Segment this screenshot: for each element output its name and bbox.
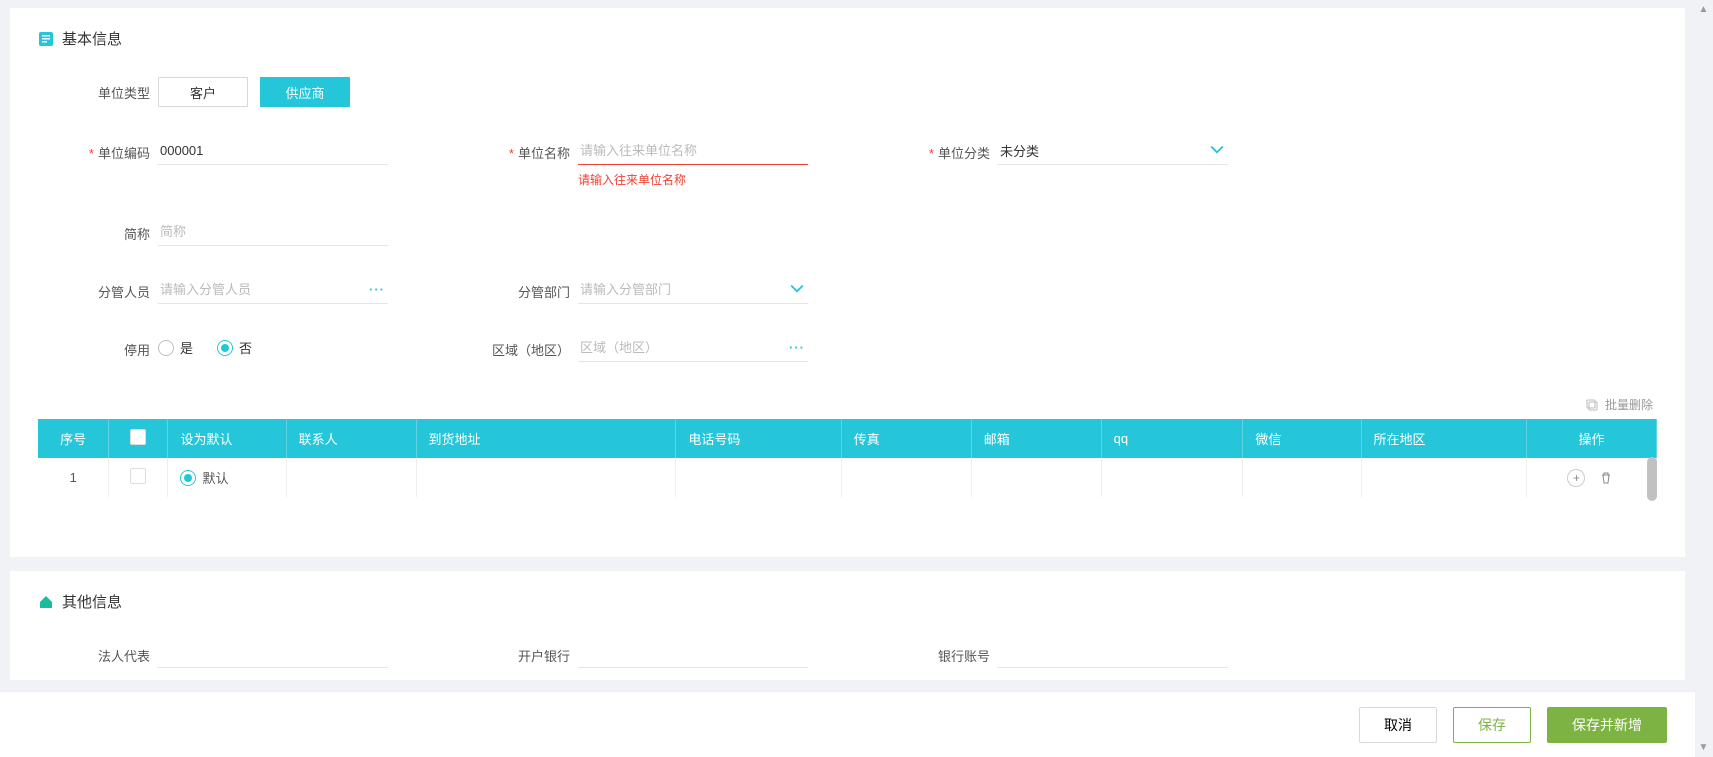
header-checkbox[interactable] bbox=[130, 429, 146, 445]
th-region: 所在地区 bbox=[1361, 419, 1526, 458]
chevron-down-icon[interactable] bbox=[788, 280, 806, 298]
manager-dept-label: 分管部门 bbox=[458, 276, 578, 301]
th-actions: 操作 bbox=[1526, 419, 1656, 458]
ellipsis-icon[interactable]: ··· bbox=[368, 280, 386, 298]
other-info-title: 其他信息 bbox=[62, 591, 122, 612]
unit-code-input[interactable] bbox=[158, 137, 388, 165]
disabled-radio-group: 是 否 bbox=[158, 334, 388, 357]
th-address: 到货地址 bbox=[416, 419, 676, 458]
bank-input[interactable] bbox=[578, 640, 808, 668]
ellipsis-icon[interactable]: ··· bbox=[788, 338, 806, 356]
bank-label: 开户银行 bbox=[458, 640, 578, 665]
table-scrollbar[interactable] bbox=[1647, 457, 1657, 501]
batch-delete[interactable]: 批量删除 bbox=[38, 396, 1653, 413]
outer-scrollbar[interactable] bbox=[1696, 18, 1711, 739]
copy-icon bbox=[1585, 398, 1599, 412]
scroll-up-icon[interactable]: ▲ bbox=[1696, 2, 1711, 17]
basic-info-title: 基本信息 bbox=[62, 28, 122, 49]
house-icon bbox=[38, 594, 54, 610]
region-label: 区域（地区） bbox=[458, 334, 578, 359]
disabled-no[interactable]: 否 bbox=[217, 338, 252, 357]
unit-type-customer[interactable]: 客户 bbox=[158, 77, 248, 107]
th-fax: 传真 bbox=[841, 419, 971, 458]
unit-category-label: *单位分类 bbox=[878, 137, 998, 162]
th-index: 序号 bbox=[38, 419, 109, 458]
delete-row-icon[interactable] bbox=[1597, 469, 1615, 487]
table-row: 1 默认 bbox=[38, 458, 1657, 497]
unit-type-label: 单位类型 bbox=[38, 77, 158, 102]
th-phone: 电话号码 bbox=[676, 419, 841, 458]
th-contact: 联系人 bbox=[286, 419, 416, 458]
scroll-down-icon[interactable]: ▼ bbox=[1696, 740, 1711, 755]
table-header-row: 序号 设为默认 联系人 到货地址 电话号码 传真 邮箱 qq 微信 所在地区 操… bbox=[38, 419, 1657, 458]
th-email: 邮箱 bbox=[971, 419, 1101, 458]
chevron-down-icon[interactable] bbox=[1208, 141, 1226, 159]
th-wechat: 微信 bbox=[1243, 419, 1361, 458]
disabled-label: 停用 bbox=[38, 334, 158, 359]
cell-qq[interactable] bbox=[1101, 458, 1243, 497]
other-info-header: 其他信息 bbox=[38, 591, 1657, 612]
unit-type-toggle: 客户 供应商 bbox=[158, 77, 350, 107]
unit-name-error: 请输入往来单位名称 bbox=[578, 171, 808, 188]
region-input[interactable] bbox=[578, 334, 808, 362]
manager-dept-input[interactable] bbox=[578, 276, 808, 304]
cell-wechat[interactable] bbox=[1243, 458, 1361, 497]
bank-account-label: 银行账号 bbox=[878, 640, 998, 665]
manager-person-label: 分管人员 bbox=[38, 276, 158, 301]
cell-phone[interactable] bbox=[676, 458, 841, 497]
form-icon bbox=[38, 31, 54, 47]
unit-code-label: *单位编码 bbox=[38, 137, 158, 162]
short-name-input[interactable] bbox=[158, 218, 388, 246]
cell-index: 1 bbox=[38, 458, 109, 497]
cancel-button[interactable]: 取消 bbox=[1359, 707, 1437, 743]
save-button[interactable]: 保存 bbox=[1453, 707, 1531, 743]
bank-account-input[interactable] bbox=[998, 640, 1228, 668]
basic-info-card: 基本信息 单位类型 客户 供应商 *单位编码 bbox=[10, 8, 1685, 557]
contacts-table: 序号 设为默认 联系人 到货地址 电话号码 传真 邮箱 qq 微信 所在地区 操… bbox=[38, 419, 1657, 497]
th-default: 设为默认 bbox=[168, 419, 286, 458]
set-default-radio[interactable]: 默认 bbox=[180, 468, 228, 487]
unit-type-supplier[interactable]: 供应商 bbox=[260, 77, 350, 107]
cell-contact[interactable] bbox=[286, 458, 416, 497]
th-qq: qq bbox=[1101, 419, 1243, 458]
row-checkbox[interactable] bbox=[130, 468, 146, 484]
cell-fax[interactable] bbox=[841, 458, 971, 497]
manager-person-input[interactable] bbox=[158, 276, 388, 304]
legal-rep-input[interactable] bbox=[158, 640, 388, 668]
th-checkbox bbox=[109, 419, 168, 458]
footer-bar: 取消 保存 保存并新增 bbox=[0, 691, 1695, 757]
disabled-yes[interactable]: 是 bbox=[158, 338, 193, 357]
cell-email[interactable] bbox=[971, 458, 1101, 497]
cell-address[interactable] bbox=[416, 458, 676, 497]
unit-name-label: *单位名称 bbox=[458, 137, 578, 162]
basic-info-header: 基本信息 bbox=[38, 28, 1657, 49]
save-and-new-button[interactable]: 保存并新增 bbox=[1547, 707, 1667, 743]
unit-category-select[interactable] bbox=[998, 137, 1228, 165]
short-name-label: 简称 bbox=[38, 218, 158, 243]
legal-rep-label: 法人代表 bbox=[38, 640, 158, 665]
add-row-icon[interactable]: + bbox=[1567, 469, 1585, 487]
cell-region[interactable] bbox=[1361, 458, 1526, 497]
main-scroll[interactable]: 基本信息 单位类型 客户 供应商 *单位编码 bbox=[0, 0, 1695, 680]
unit-name-input[interactable] bbox=[578, 137, 808, 165]
other-info-card: 其他信息 法人代表 开户银行 银行账号 社会信用代码 bbox=[10, 571, 1685, 680]
